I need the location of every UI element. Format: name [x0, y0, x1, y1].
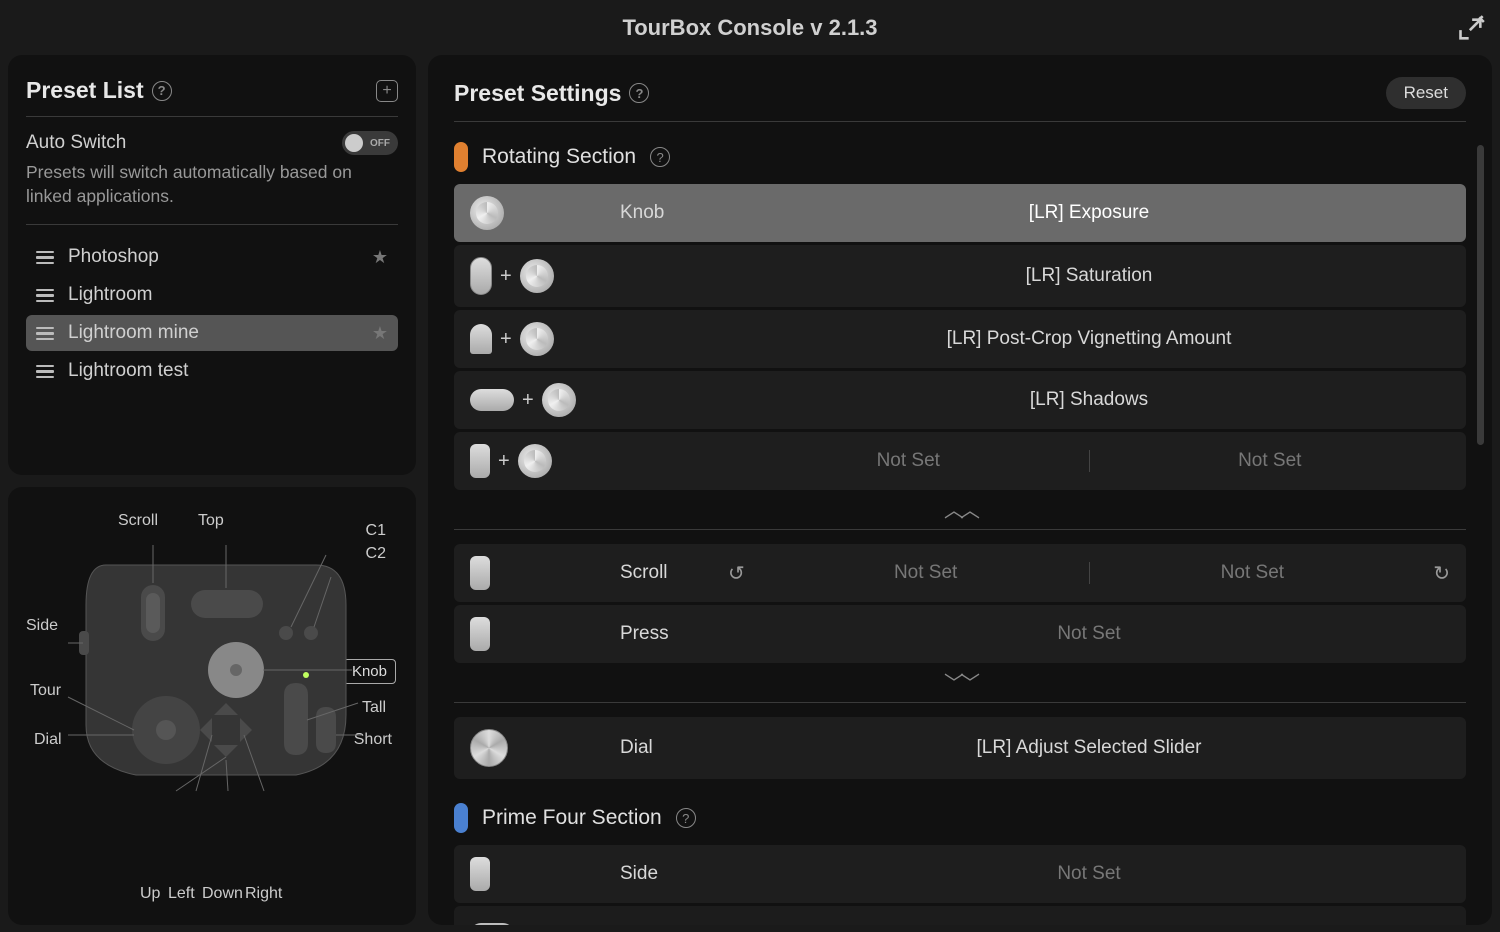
- setting-row-top[interactable]: Top Show/hide right panels: [454, 906, 1466, 925]
- section-header-prime-four: Prime Four Section ?: [454, 803, 1466, 833]
- setting-row-side[interactable]: Side Not Set: [454, 845, 1466, 903]
- scroll-icon: [470, 556, 490, 590]
- help-icon[interactable]: ?: [152, 81, 172, 101]
- diagram-label-top: Top: [198, 512, 224, 530]
- auto-switch-description: Presets will switch automatically based …: [26, 161, 398, 225]
- knob-icon: [520, 322, 554, 356]
- help-icon[interactable]: ?: [650, 147, 670, 167]
- press-icon: [470, 617, 490, 651]
- knob-icon: [470, 196, 504, 230]
- section-header-rotating: Rotating Section ?: [454, 142, 1466, 172]
- preset-item-label: Photoshop: [68, 246, 159, 268]
- knob-icon: [520, 259, 554, 293]
- drag-handle-icon[interactable]: [36, 327, 54, 341]
- knob-icon: [542, 383, 576, 417]
- rotate-cw-icon: ↻: [1433, 561, 1450, 586]
- diagram-label-c2: C2: [366, 545, 386, 563]
- preset-item-photoshop[interactable]: Photoshop ★: [26, 239, 398, 275]
- scroll-icon: [470, 257, 492, 295]
- device-diagram-panel: Scroll Top C1 C2 Side Tour Dial Knob Tal…: [8, 487, 416, 925]
- diagram-label-c1: C1: [366, 522, 386, 540]
- setting-row-scroll-plus-knob[interactable]: + [LR] Saturation: [454, 245, 1466, 307]
- app-title: TourBox Console v 2.1.3: [622, 15, 877, 41]
- pill-horizontal-icon: [470, 389, 514, 411]
- diagram-label-dial: Dial: [34, 731, 62, 749]
- reset-button[interactable]: Reset: [1386, 77, 1466, 109]
- preset-list-panel: Preset List ? + Auto Switch OFF Presets …: [8, 55, 416, 475]
- drag-handle-icon[interactable]: [36, 365, 54, 379]
- add-preset-button[interactable]: +: [376, 80, 398, 102]
- preset-item-label: Lightroom: [68, 284, 153, 306]
- setting-row-knob[interactable]: Knob [LR] Exposure: [454, 184, 1466, 242]
- preset-item-label: Lightroom test: [68, 360, 188, 382]
- preset-item-lightroom-test[interactable]: Lightroom test: [26, 353, 398, 389]
- knob-icon: [518, 444, 552, 478]
- auto-switch-toggle[interactable]: OFF: [342, 131, 398, 155]
- drag-handle-icon[interactable]: [36, 251, 54, 265]
- star-icon[interactable]: ★: [372, 323, 388, 344]
- top-icon: [470, 324, 492, 354]
- plus-icon: +: [500, 328, 512, 351]
- setting-row-dial[interactable]: Dial [LR] Adjust Selected Slider: [454, 717, 1466, 779]
- setting-row-pill-plus-knob[interactable]: + [LR] Shadows: [454, 371, 1466, 429]
- diagram-label-up: Up: [140, 885, 160, 903]
- plus-icon: +: [500, 265, 512, 288]
- preset-item-label: Lightroom mine: [68, 322, 199, 344]
- help-icon[interactable]: ?: [629, 83, 649, 103]
- scrollbar[interactable]: [1477, 145, 1484, 445]
- plus-icon: +: [498, 450, 510, 473]
- diagram-label-right: Right: [245, 885, 282, 903]
- dial-icon: [470, 729, 508, 767]
- chevron-down-divider[interactable]: ﹀﹀: [454, 667, 1466, 703]
- preset-list-title: Preset List: [26, 77, 144, 104]
- preset-item-lightroom-mine[interactable]: Lightroom mine ★: [26, 315, 398, 351]
- pill-vertical-icon: [470, 444, 490, 478]
- top-icon: [470, 923, 514, 925]
- diagram-label-down: Down: [202, 885, 243, 903]
- drag-handle-icon[interactable]: [36, 289, 54, 303]
- rotate-ccw-icon: ↺: [728, 561, 745, 586]
- side-icon: [470, 857, 490, 891]
- setting-row-scroll[interactable]: Scroll ↺ Not Set Not Set ↻: [454, 544, 1466, 602]
- section-color-pill: [454, 803, 468, 833]
- star-icon[interactable]: ★: [372, 247, 388, 268]
- diagram-label-tour: Tour: [30, 682, 61, 700]
- plus-icon: +: [522, 389, 534, 412]
- help-icon[interactable]: ?: [676, 808, 696, 828]
- preset-settings-title: Preset Settings: [454, 80, 621, 107]
- diagram-label-left: Left: [168, 885, 195, 903]
- preset-settings-panel: Preset Settings ? Reset Rotating Section…: [428, 55, 1492, 925]
- setting-row-press[interactable]: Press Not Set: [454, 605, 1466, 663]
- setting-row-top-plus-knob[interactable]: + [LR] Post-Crop Vignetting Amount: [454, 310, 1466, 368]
- auto-switch-label: Auto Switch: [26, 132, 126, 154]
- section-color-pill: [454, 142, 468, 172]
- diagram-label-scroll: Scroll: [118, 512, 158, 530]
- expand-window-icon[interactable]: [1457, 15, 1485, 43]
- setting-row-vpill-plus-knob[interactable]: + Not Set Not Set: [454, 432, 1466, 490]
- preset-item-lightroom[interactable]: Lightroom: [26, 277, 398, 313]
- device-diagram-icon: [66, 535, 366, 795]
- diagram-label-side: Side: [26, 617, 58, 635]
- chevron-up-divider[interactable]: ︿︿: [454, 494, 1466, 530]
